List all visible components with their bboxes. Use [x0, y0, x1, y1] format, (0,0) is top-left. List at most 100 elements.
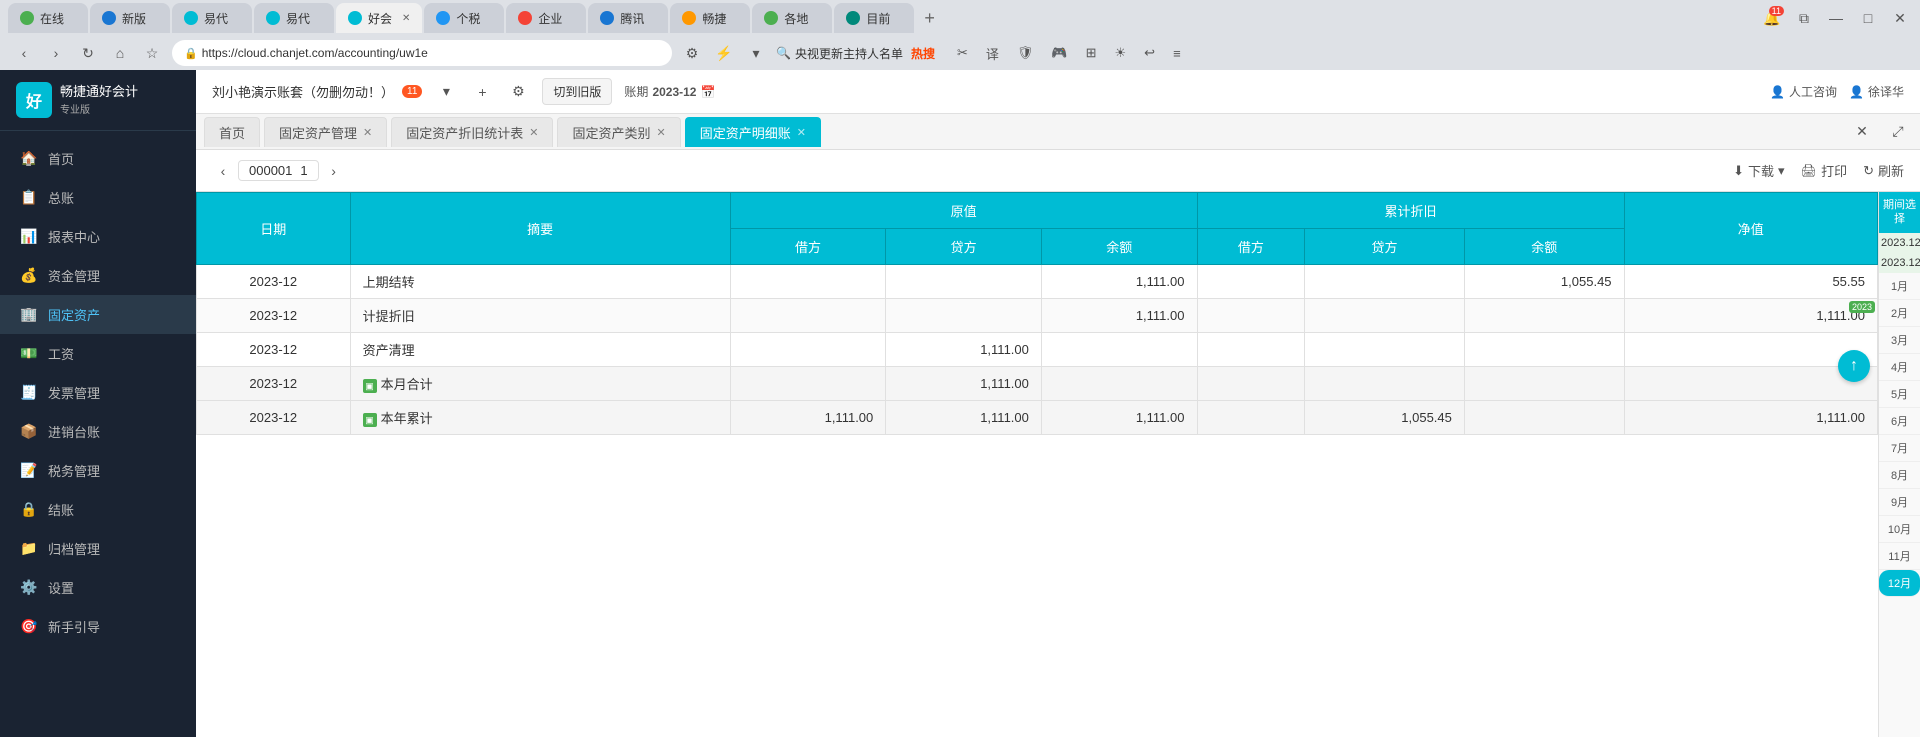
calendar-icon[interactable]: 📅 — [700, 85, 715, 99]
back-button[interactable]: ‹ — [12, 41, 36, 65]
purchase-icon: 📦 — [20, 423, 38, 441]
browser-tab-tengxun[interactable]: 腾讯 — [588, 3, 668, 33]
period-header: 期间选择 — [1879, 192, 1920, 233]
browser-tab-yidai2[interactable]: 易代 — [254, 3, 334, 33]
browser-tab-close[interactable]: ✕ — [402, 13, 410, 24]
tab-close-icon[interactable]: ✕ — [797, 126, 806, 139]
record-nav-input[interactable]: 000001 1 — [238, 160, 319, 181]
cell-orig-debit: 1,111.00 — [730, 401, 886, 435]
menu-icon[interactable]: ≡ — [1167, 44, 1187, 63]
sidebar-item-fund[interactable]: 💰 资金管理 — [0, 256, 196, 295]
period-month-12[interactable]: 12月 — [1879, 570, 1920, 597]
sidebar-item-reports[interactable]: 📊 报表中心 — [0, 217, 196, 256]
sidebar-item-tax[interactable]: 📝 税务管理 — [0, 451, 196, 490]
period-month-2[interactable]: 2月 — [1879, 300, 1920, 327]
grid-icon[interactable]: ⊞ — [1080, 43, 1103, 63]
print-button[interactable]: 🖨 打印 — [1801, 161, 1848, 180]
tab-fixed-assets-dep-stats[interactable]: 固定资产折旧统计表 ✕ — [391, 117, 553, 147]
extensions-button[interactable]: ⚙ — [680, 41, 704, 65]
table-row: 2023-12 ▣本月合计 1,111.00 — [197, 367, 1878, 401]
sidebar-item-invoice[interactable]: 🧾 发票管理 — [0, 373, 196, 412]
sidebar-item-payroll[interactable]: 💵 工资 — [0, 334, 196, 373]
forward-button[interactable]: › — [44, 41, 68, 65]
browser-tab-gedi[interactable]: 各地 — [752, 3, 832, 33]
table-row: 2023-12 资产清理 1,111.00 — [197, 333, 1878, 367]
sidebar-item-closing[interactable]: 🔒 结账 — [0, 490, 196, 529]
add-account-btn[interactable]: + — [470, 80, 494, 104]
period-month-8[interactable]: 8月 — [1879, 462, 1920, 489]
period-active-end[interactable]: 2023.12 — [1879, 253, 1920, 273]
prev-record-button[interactable]: ‹ — [212, 160, 234, 182]
undo-icon[interactable]: ↩ — [1138, 43, 1161, 63]
sidebar-item-purchase-sales[interactable]: 📦 进销台账 — [0, 412, 196, 451]
brightness-icon[interactable]: ☀ — [1109, 43, 1133, 63]
browser-tab-yidai1[interactable]: 易代 — [172, 3, 252, 33]
home-button[interactable]: ⌂ — [108, 41, 132, 65]
cell-net-value: 1,111.00 2023 — [1624, 299, 1877, 333]
reload-button[interactable]: ↻ — [76, 41, 100, 65]
period-month-6[interactable]: 6月 — [1879, 408, 1920, 435]
search-area[interactable]: 🔍 央视更新主持人名单 热搜 — [776, 45, 935, 62]
switch-version-button[interactable]: 切到旧版 — [542, 78, 612, 105]
browser-restore-button[interactable]: ⧉ — [1792, 6, 1816, 30]
period-month-11[interactable]: 11月 — [1879, 543, 1920, 570]
download-button[interactable]: ⬇ 下载 ▾ — [1733, 161, 1784, 180]
tab-home[interactable]: 首页 — [204, 117, 260, 147]
account-settings-btn[interactable]: ⚙ — [506, 80, 530, 104]
tab-fixed-assets-ledger[interactable]: 固定资产明细账 ✕ — [685, 117, 821, 147]
period-month-4[interactable]: 4月 — [1879, 354, 1920, 381]
sidebar-item-archive[interactable]: 📁 归档管理 — [0, 529, 196, 568]
url-input[interactable]: 🔒 https://cloud.chanjet.com/accounting/u… — [172, 40, 672, 66]
sidebar-item-settings[interactable]: ⚙️ 设置 — [0, 568, 196, 607]
expand-panel-button[interactable]: ⤢ — [1884, 118, 1912, 146]
sidebar-item-guide[interactable]: 🎯 新手引导 — [0, 607, 196, 646]
lightning-button[interactable]: ⚡ — [712, 41, 736, 65]
notification-button[interactable]: 🔔 11 — [1760, 6, 1784, 30]
browser-maximize-button[interactable]: □ — [1856, 6, 1880, 30]
browser-tab-online[interactable]: 在线 — [8, 3, 88, 33]
period-month-10[interactable]: 10月 — [1879, 516, 1920, 543]
tab-fixed-assets-category[interactable]: 固定资产类别 ✕ — [557, 117, 680, 147]
account-dropdown[interactable]: ▾ — [434, 80, 458, 104]
scissors-icon[interactable]: ✂ — [951, 43, 974, 63]
tab-fixed-assets-mgmt[interactable]: 固定资产管理 ✕ — [264, 117, 387, 147]
period-active-start[interactable]: 2023.12 — [1879, 233, 1920, 253]
cell-orig-debit — [730, 265, 886, 299]
user-button[interactable]: 👤 徐译华 — [1849, 83, 1904, 100]
sidebar-item-general-ledger[interactable]: 📋 总账 — [0, 178, 196, 217]
browser-close-button[interactable]: ✕ — [1888, 6, 1912, 30]
period-month-9[interactable]: 9月 — [1879, 489, 1920, 516]
collapse-panel-button[interactable]: ✕ — [1848, 118, 1876, 146]
next-record-button[interactable]: › — [323, 160, 345, 182]
period-month-7[interactable]: 7月 — [1879, 435, 1920, 462]
sidebar-item-fixed-assets[interactable]: 🏢 固定资产 — [0, 295, 196, 334]
period-month-5[interactable]: 5月 — [1879, 381, 1920, 408]
tab-close-icon[interactable]: ✕ — [529, 126, 538, 139]
browser-tab-changjie[interactable]: 畅捷 — [670, 3, 750, 33]
browser-tab-muqian[interactable]: 目前 — [834, 3, 914, 33]
shield-icon[interactable]: 🛡 — [1011, 43, 1040, 63]
new-tab-button[interactable]: + — [916, 8, 943, 29]
period-month-3[interactable]: 3月 — [1879, 327, 1920, 354]
home-icon: 🏠 — [20, 150, 38, 168]
refresh-button[interactable]: ↻ 刷新 — [1863, 161, 1904, 180]
table-area: 日期 摘要 原值 累计折旧 净值 借方 贷方 余额 借方 贷方 余额 — [196, 192, 1920, 737]
scroll-top-button[interactable]: ↑ — [1838, 350, 1870, 382]
dropdown-button[interactable]: ▾ — [744, 41, 768, 65]
translate-icon[interactable]: 译 — [980, 42, 1005, 65]
tab-close-icon[interactable]: ✕ — [363, 126, 372, 139]
cell-date: 2023-12 — [197, 299, 351, 333]
browser-tab-haohui[interactable]: 好会 ✕ — [336, 3, 422, 33]
game-icon[interactable]: 🎮 — [1045, 43, 1073, 63]
sidebar-item-home[interactable]: 🏠 首页 — [0, 139, 196, 178]
browser-minimize-button[interactable]: — — [1824, 6, 1848, 30]
browser-tab-geshui[interactable]: 个税 — [424, 3, 504, 33]
bookmark-button[interactable]: ☆ — [140, 41, 164, 65]
period-selector: 期间选择 2023.12 2023.12 1月 2月 3月 4月 5月 6月 7… — [1879, 192, 1920, 597]
period-month-1[interactable]: 1月 — [1879, 273, 1920, 300]
browser-tab-new[interactable]: 新版 — [90, 3, 170, 33]
support-button[interactable]: 👤 人工咨询 — [1770, 83, 1837, 100]
assets-icon: 🏢 — [20, 306, 38, 324]
browser-tab-qiye[interactable]: 企业 — [506, 3, 586, 33]
tab-close-icon[interactable]: ✕ — [657, 126, 666, 139]
